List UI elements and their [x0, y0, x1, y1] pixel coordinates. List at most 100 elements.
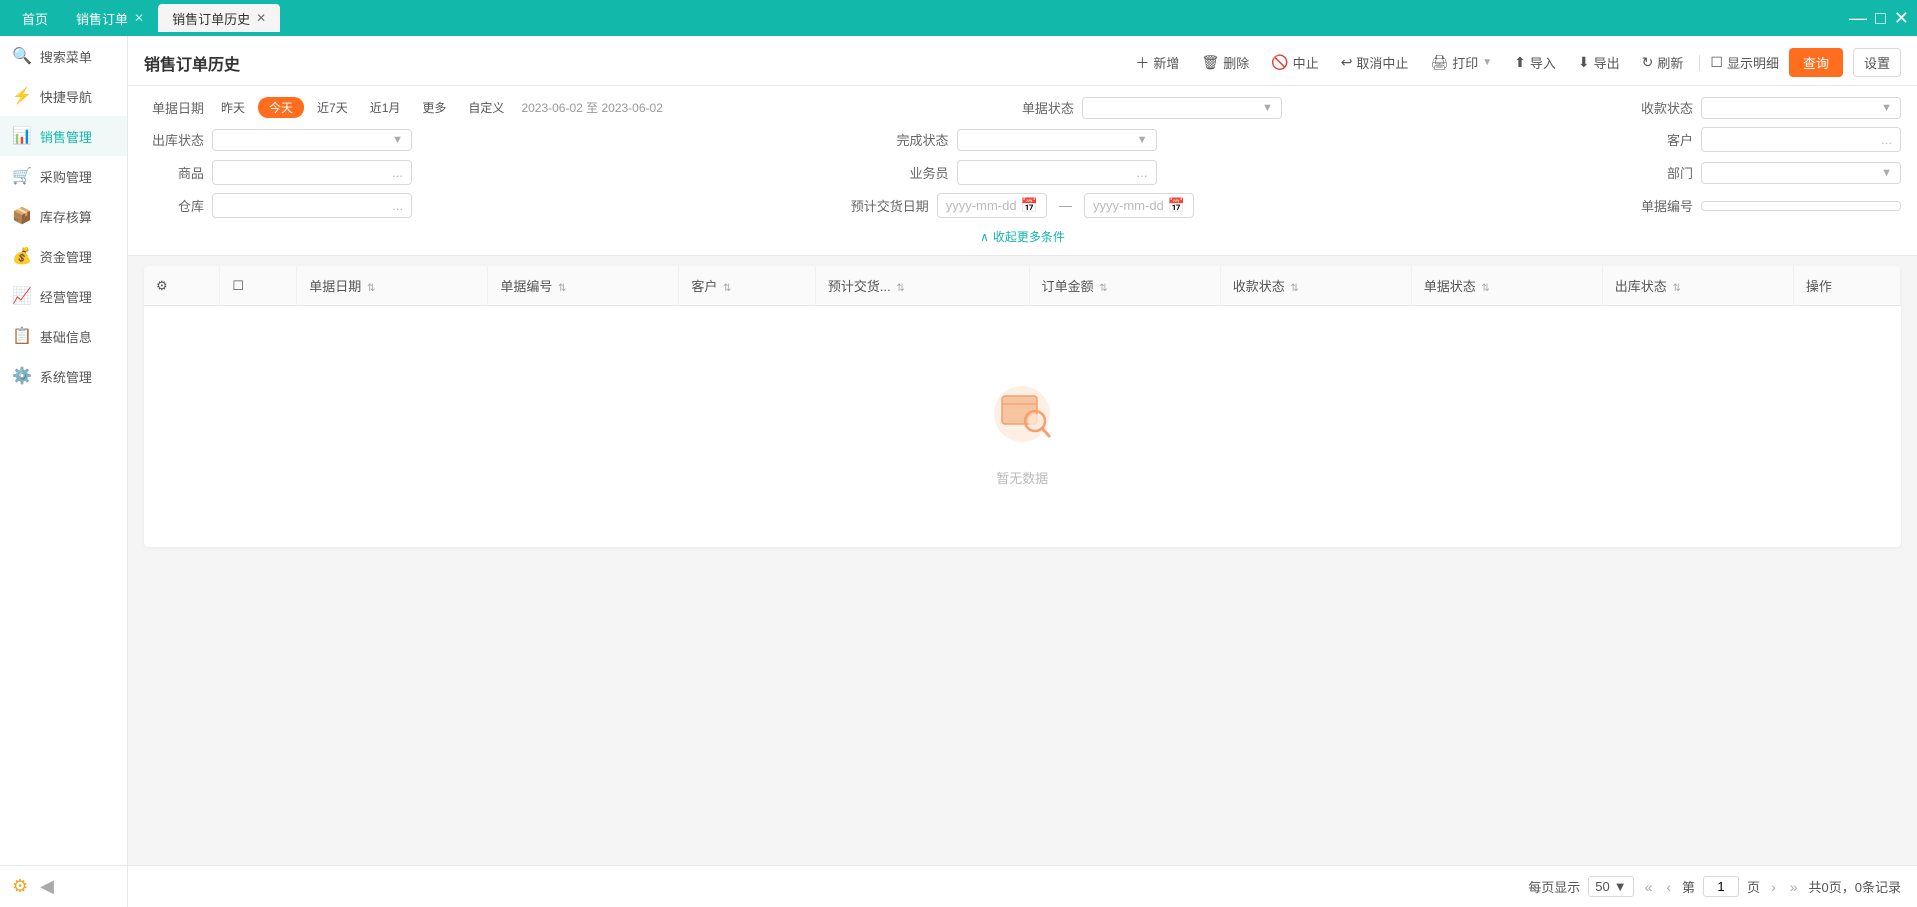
collapse-row[interactable]: ∧ 收起更多条件 — [144, 226, 1901, 245]
refresh-button[interactable]: ↻ 刷新 — [1636, 49, 1690, 76]
print-icon: 🖨 — [1430, 54, 1448, 71]
toolbar-divider — [1699, 55, 1700, 71]
calendar-end-icon: 📅 — [1168, 197, 1185, 214]
complete-status-select[interactable]: ▼ — [957, 129, 1157, 151]
print-button[interactable]: 🖨 打印 ▼ — [1424, 49, 1498, 76]
page-header: 销售订单历史 ＋ 新增 🗑 删除 🚫 中止 ↩ 取消中止 — [128, 36, 1917, 86]
main-layout: 🔍 搜索菜单 ⚡ 快捷导航 📊 销售管理 🛒 采购管理 📦 库存核算 💰 资金管… — [0, 36, 1917, 907]
out-stock-select[interactable]: ▼ — [212, 129, 412, 151]
prev-page-button[interactable]: ‹ — [1663, 879, 1674, 895]
sidebar-item-search-menu[interactable]: 🔍 搜索菜单 — [0, 36, 127, 76]
page-label: 第 — [1682, 877, 1695, 896]
export-icon: ⬇ — [1578, 54, 1590, 71]
goods-input[interactable]: ... — [212, 160, 412, 185]
top-tab-bar: 首页 销售订单 ✕ 销售订单历史 ✕ — □ ✕ — [0, 0, 1917, 36]
page-unit-label: 页 — [1747, 877, 1760, 896]
th-gear[interactable]: ⚙ — [144, 266, 220, 306]
delete-button[interactable]: 🗑 删除 — [1195, 49, 1255, 76]
sidebar-item-quick-nav[interactable]: ⚡ 快捷导航 — [0, 76, 127, 116]
page-size-chevron-icon: ▼ — [1614, 879, 1627, 894]
sort-customer-icon: ⇅ — [723, 283, 731, 294]
window-close-button[interactable]: ✕ — [1894, 9, 1909, 27]
date-more[interactable]: 更多 — [413, 96, 455, 119]
sidebar-bottom: ⚙ ◀ — [0, 865, 127, 907]
date-today[interactable]: 今天 — [258, 97, 304, 118]
sidebar-item-operations[interactable]: 📈 经营管理 — [0, 276, 127, 316]
date-options-group: 昨天 今天 近7天 近1月 更多 自定义 2023-06-02 至 2023-0… — [212, 96, 663, 119]
query-button[interactable]: 查询 — [1789, 48, 1843, 77]
add-button[interactable]: ＋ 新增 — [1129, 49, 1185, 77]
sort-payment-icon: ⇅ — [1290, 283, 1298, 294]
salesperson-input[interactable]: ... — [957, 160, 1157, 185]
filter-row-4: 仓库 ... 预计交货日期 yyyy-mm-dd 📅 — yyyy-mm-dd … — [144, 193, 1901, 218]
date-range-text: 2023-06-02 至 2023-06-02 — [521, 99, 662, 116]
delivery-date-end[interactable]: yyyy-mm-dd 📅 — [1084, 193, 1194, 218]
customer-label: 客户 — [1633, 130, 1693, 149]
page-title: 销售订单历史 — [144, 51, 1129, 75]
sidebar-item-purchase-mgmt[interactable]: 🛒 采购管理 — [0, 156, 127, 196]
th-bill-status[interactable]: 单据状态 ⇅ — [1411, 266, 1602, 306]
th-checkbox[interactable]: ☐ — [220, 266, 297, 306]
filter-area: 单据日期 昨天 今天 近7天 近1月 更多 自定义 2023-06-02 至 2… — [128, 86, 1917, 256]
system-mgmt-icon: ⚙️ — [12, 366, 32, 386]
add-icon: ＋ — [1135, 53, 1149, 73]
close-tab-sales-order[interactable]: ✕ — [134, 11, 144, 25]
quick-nav-icon: ⚡ — [12, 86, 32, 106]
warehouse-input[interactable]: ... — [212, 193, 412, 218]
empty-text: 暂无数据 — [996, 468, 1048, 487]
date-last1month[interactable]: 近1月 — [361, 96, 410, 119]
payment-status-select[interactable]: ▼ — [1701, 97, 1901, 119]
date-custom[interactable]: 自定义 — [459, 96, 513, 119]
th-payment-status[interactable]: 收款状态 ⇅ — [1220, 266, 1411, 306]
next-page-button[interactable]: › — [1768, 879, 1779, 895]
content-area: 销售订单历史 ＋ 新增 🗑 删除 🚫 中止 ↩ 取消中止 — [128, 36, 1917, 907]
th-out-status[interactable]: 出库状态 ⇅ — [1602, 266, 1793, 306]
last-page-button[interactable]: » — [1787, 879, 1801, 895]
customer-input[interactable]: ... — [1701, 127, 1901, 152]
sidebar-item-inventory[interactable]: 📦 库存核算 — [0, 196, 127, 236]
basic-info-icon: 📋 — [12, 326, 32, 346]
sidebar-settings-icon[interactable]: ⚙ — [12, 876, 28, 897]
minimize-button[interactable]: — — [1849, 9, 1867, 27]
th-delivery[interactable]: 预计交货... ⇅ — [815, 266, 1029, 306]
cancel-stop-button[interactable]: ↩ 取消中止 — [1335, 49, 1415, 76]
th-customer[interactable]: 客户 ⇅ — [679, 266, 815, 306]
sidebar-item-finance[interactable]: 💰 资金管理 — [0, 236, 127, 276]
out-stock-label: 出库状态 — [144, 130, 204, 149]
tab-sales-order-history[interactable]: 销售订单历史 ✕ — [158, 4, 280, 32]
bill-number-input[interactable] — [1701, 201, 1901, 211]
bill-status-select[interactable]: ▼ — [1082, 97, 1282, 119]
date-yesterday[interactable]: 昨天 — [212, 96, 254, 119]
th-number[interactable]: 单据编号 ⇅ — [488, 266, 679, 306]
date-separator: — — [1055, 198, 1076, 213]
data-table: ⚙ ☐ 单据日期 ⇅ 单据编号 ⇅ — [144, 266, 1901, 547]
maximize-button[interactable]: □ — [1875, 9, 1886, 27]
export-button[interactable]: ⬇ 导出 — [1572, 49, 1626, 76]
department-select[interactable]: ▼ — [1701, 162, 1901, 184]
date-label: 单据日期 — [144, 98, 204, 117]
date-last7[interactable]: 近7天 — [308, 96, 357, 119]
tab-sales-order[interactable]: 销售订单 ✕ — [62, 4, 158, 32]
warehouse-label: 仓库 — [144, 196, 204, 215]
page-size-select[interactable]: 50 ▼ — [1588, 876, 1633, 897]
stop-button[interactable]: 🚫 中止 — [1265, 49, 1324, 76]
warehouse-dots-icon: ... — [392, 198, 403, 213]
import-button[interactable]: ⬆ 导入 — [1508, 49, 1562, 76]
delivery-date-start[interactable]: yyyy-mm-dd 📅 — [937, 193, 1047, 218]
page-number-input[interactable] — [1703, 876, 1739, 897]
sidebar-item-sales-mgmt[interactable]: 📊 销售管理 — [0, 116, 127, 156]
sidebar-item-basic-info[interactable]: 📋 基础信息 — [0, 316, 127, 356]
tab-home[interactable]: 首页 — [8, 4, 62, 32]
close-tab-history[interactable]: ✕ — [256, 11, 266, 25]
empty-state-row: 暂无数据 — [144, 306, 1901, 548]
first-page-button[interactable]: « — [1642, 879, 1656, 895]
calendar-start-icon: 📅 — [1021, 197, 1038, 214]
department-chevron-icon: ▼ — [1881, 167, 1892, 179]
settings-button[interactable]: 设置 — [1853, 48, 1901, 77]
sidebar-item-system-mgmt[interactable]: ⚙️ 系统管理 — [0, 356, 127, 396]
th-date[interactable]: 单据日期 ⇅ — [297, 266, 488, 306]
th-amount[interactable]: 订单金额 ⇅ — [1029, 266, 1220, 306]
display-columns-toggle[interactable]: ☐ 显示明细 — [1710, 53, 1779, 72]
sidebar-collapse-icon[interactable]: ◀ — [40, 876, 54, 897]
total-records-text: 共0页，0条记录 — [1809, 877, 1901, 896]
